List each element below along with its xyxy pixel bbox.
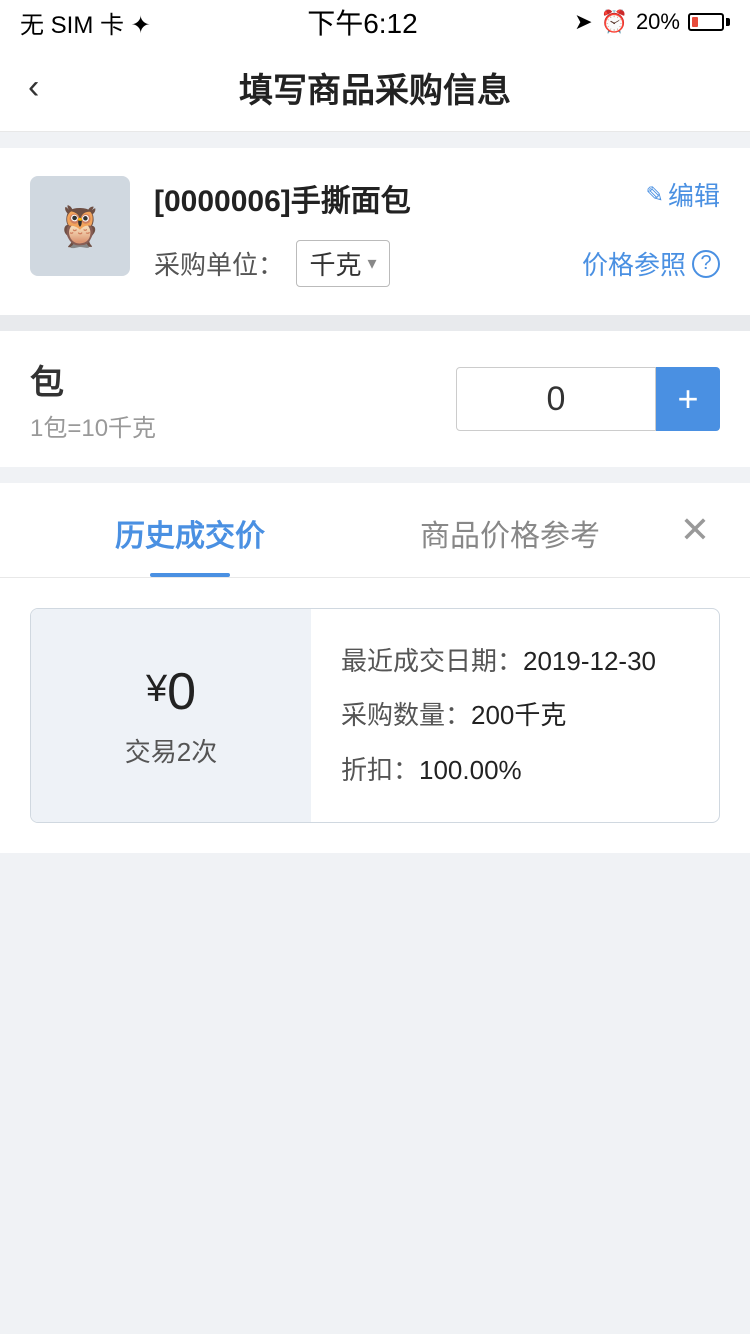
trade-count: 交易2次 [125, 732, 217, 769]
location-icon: ➤ [574, 9, 592, 35]
price-ref-label: 价格参照 [582, 245, 686, 282]
product-thumbnail: 🦉 [30, 176, 130, 276]
discount-value: 100.00% [419, 755, 522, 785]
tab-price-ref[interactable]: 商品价格参考 [350, 483, 670, 577]
price-number: 0 [167, 663, 196, 721]
tabs-header: 历史成交价 商品价格参考 ✕ [0, 483, 750, 578]
recent-date-value: 2019-12-30 [523, 646, 656, 676]
price-card-right: 最近成交日期：2019-12-30 采购数量：200千克 折扣：100.00% [311, 609, 719, 822]
status-right: ➤ ⏰ 20% [574, 9, 730, 35]
plus-icon: + [677, 378, 698, 420]
unit-area: 采购单位： 千克 ▾ [154, 240, 390, 287]
nav-bar: ‹ 填写商品采购信息 [0, 44, 750, 132]
recent-date-label: 最近成交日期： [341, 646, 523, 676]
status-time: 下午6:12 [307, 2, 418, 42]
close-icon: ✕ [680, 509, 710, 551]
product-unit-row: 采购单位： 千克 ▾ 价格参照 ? [154, 240, 720, 287]
unit-value: 千克 [309, 245, 361, 282]
close-tab-button[interactable]: ✕ [670, 505, 720, 555]
unit-select[interactable]: 千克 ▾ [296, 240, 389, 287]
product-header: [0000006]手撕面包 ✎ 编辑 [154, 176, 720, 220]
tab-history-price[interactable]: 历史成交价 [30, 483, 350, 577]
battery-pct: 20% [636, 9, 680, 35]
product-card: 🦉 [0000006]手撕面包 ✎ 编辑 采购单位： 千克 ▾ 价格参照 ? [0, 148, 750, 315]
status-bar: 无 SIM 卡 ✦ 下午6:12 ➤ ⏰ 20% [0, 0, 750, 44]
back-button[interactable]: ‹ [28, 68, 39, 107]
quantity-input-area: + [456, 367, 720, 431]
info-icon: ? [692, 250, 720, 278]
quantity-plus-button[interactable]: + [656, 367, 720, 431]
tabs-section: 历史成交价 商品价格参考 ✕ ¥0 交易2次 最近成交日期：2019-12-30… [0, 483, 750, 853]
price-main: ¥0 [146, 662, 196, 722]
unit-label: 采购单位： [154, 250, 284, 280]
edit-icon: ✎ [646, 182, 664, 208]
quantity-input[interactable] [456, 367, 656, 431]
product-info: [0000006]手撕面包 ✎ 编辑 采购单位： 千克 ▾ 价格参照 ? [154, 176, 720, 287]
sim-status: 无 SIM 卡 ✦ [20, 5, 151, 40]
page-title: 填写商品采购信息 [239, 63, 511, 112]
status-left: 无 SIM 卡 ✦ [20, 5, 151, 40]
yen-symbol: ¥ [146, 668, 167, 710]
price-card-left: ¥0 交易2次 [31, 609, 311, 822]
purchase-qty-value: 200千克 [471, 700, 566, 730]
price-ref-button[interactable]: 价格参照 ? [582, 245, 720, 282]
quantity-label-area: 包 1包=10千克 [30, 355, 156, 443]
edit-label: 编辑 [668, 176, 720, 213]
alarm-icon: ⏰ [601, 9, 628, 35]
price-card: ¥0 交易2次 最近成交日期：2019-12-30 采购数量：200千克 折扣：… [30, 608, 720, 823]
quantity-unit-sub: 1包=10千克 [30, 408, 156, 443]
chevron-down-icon: ▾ [367, 253, 376, 274]
quantity-unit-main: 包 [30, 355, 156, 404]
purchase-qty-label: 采购数量： [341, 700, 471, 730]
recent-date-row: 最近成交日期：2019-12-30 [341, 643, 689, 679]
battery-icon [688, 13, 730, 31]
section-divider [0, 315, 750, 331]
discount-row: 折扣：100.00% [341, 752, 689, 788]
history-price-content: ¥0 交易2次 最近成交日期：2019-12-30 采购数量：200千克 折扣：… [0, 578, 750, 853]
purchase-qty-row: 采购数量：200千克 [341, 697, 689, 733]
edit-button[interactable]: ✎ 编辑 [646, 176, 720, 213]
discount-label: 折扣： [341, 755, 419, 785]
product-name: [0000006]手撕面包 [154, 176, 411, 220]
product-logo-icon: 🦉 [55, 203, 105, 250]
quantity-row: 包 1包=10千克 + [0, 331, 750, 467]
